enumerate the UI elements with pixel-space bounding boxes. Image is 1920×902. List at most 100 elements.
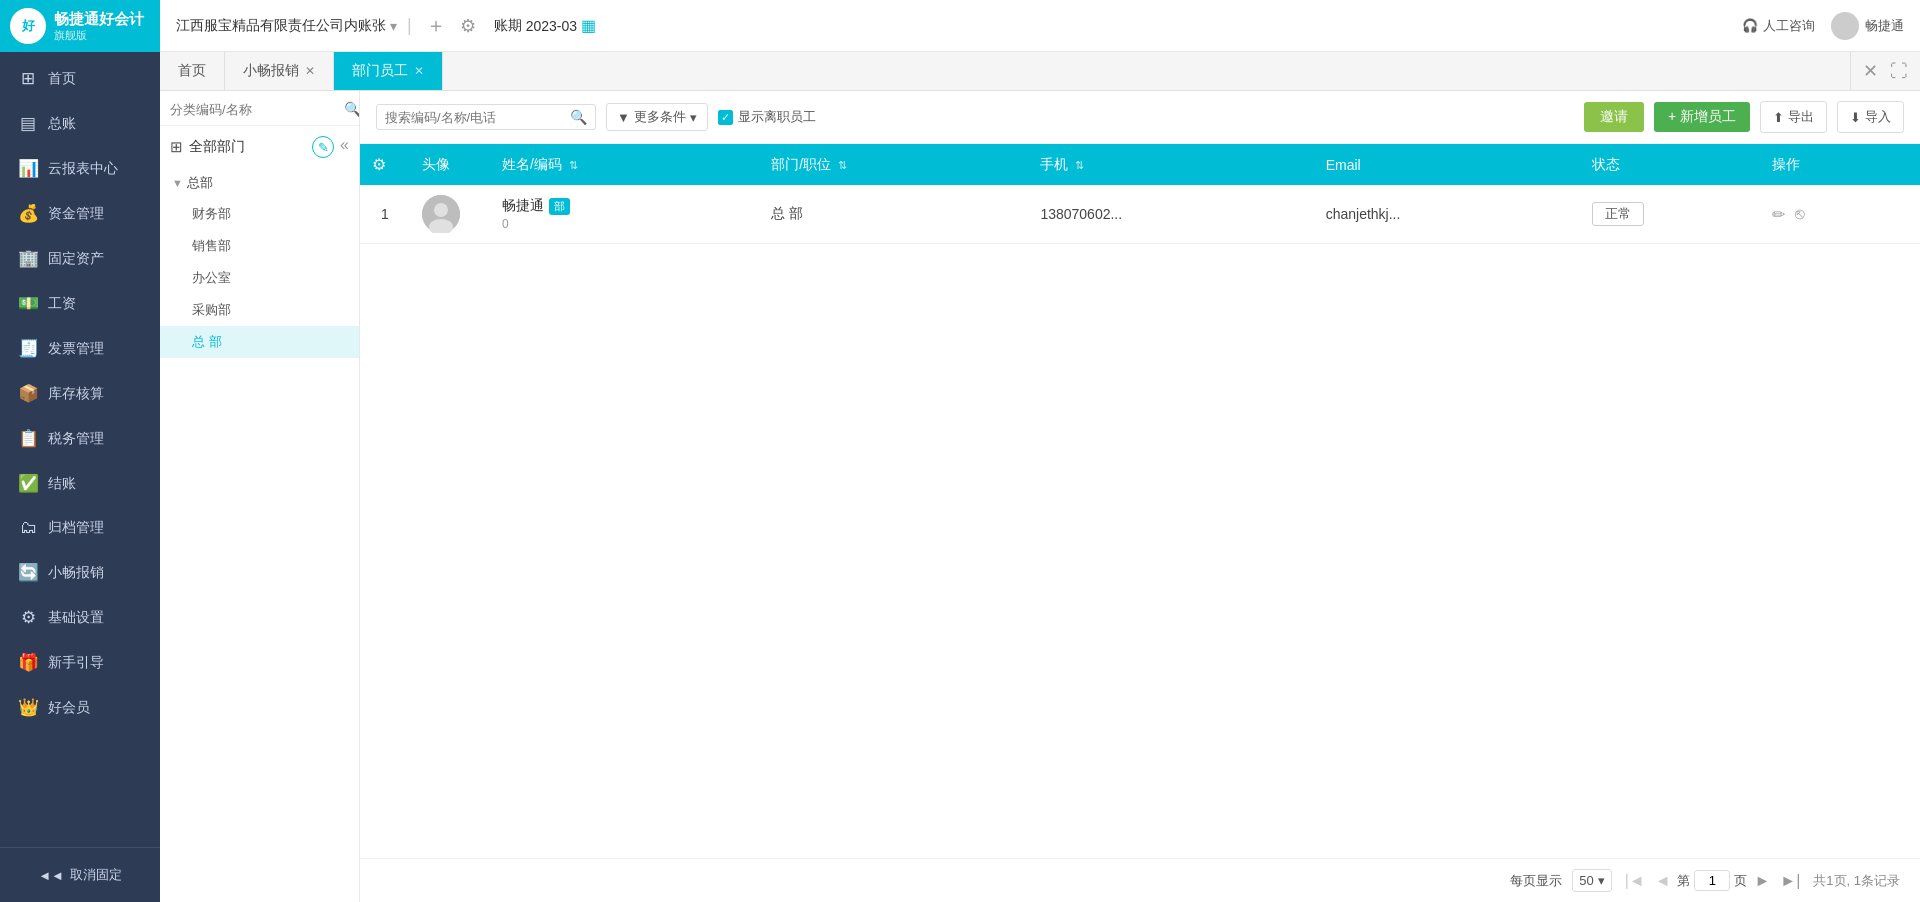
calendar-icon[interactable]: ▦: [581, 16, 596, 35]
sidebar-item-expense[interactable]: 🔄 小畅报销: [0, 550, 160, 595]
col-phone[interactable]: 手机 ⇅: [1028, 144, 1313, 185]
sidebar-item-label: 资金管理: [48, 205, 104, 223]
more-filter-button[interactable]: ▼ 更多条件 ▾: [606, 103, 708, 131]
toolbar-right: 邀请 + 新增员工 ⬆ 导出 ⬇ 导入: [1584, 101, 1904, 133]
sidebar-item-ledger[interactable]: ▤ 总账: [0, 101, 160, 146]
add-employee-button[interactable]: + 新增员工: [1654, 102, 1750, 132]
employee-avatar: [422, 195, 460, 233]
tab-department-close-icon[interactable]: ✕: [414, 64, 424, 78]
period-value: 2023-03: [526, 18, 577, 34]
sidebar-item-settings[interactable]: ⚙ 基础设置: [0, 595, 160, 640]
right-panel: 🔍 ▼ 更多条件 ▾ ✓ 显示离职员工 邀请 + 新增员工 ⬆ 导出: [360, 91, 1920, 902]
sidebar-item-inventory[interactable]: 📦 库存核算: [0, 371, 160, 416]
dept-header: ⊞ 全部部门 ✎ «: [160, 126, 359, 164]
prev-page-button[interactable]: ◄: [1652, 872, 1674, 890]
invite-button[interactable]: 邀请: [1584, 102, 1644, 132]
tabs-bar: 首页 小畅报销 ✕ 部门员工 ✕ ✕ ⛶: [160, 52, 1920, 91]
last-page-button[interactable]: ►|: [1777, 872, 1803, 890]
page-nav: |◄ ◄ 第 页 ► ►|: [1622, 870, 1804, 891]
table-gear-icon[interactable]: ⚙: [372, 156, 386, 173]
sidebar-item-label: 小畅报销: [48, 564, 104, 582]
topbar-right: 🎧 人工咨询 畅捷通: [1742, 12, 1904, 40]
edit-dept-button[interactable]: ✎: [312, 136, 334, 158]
main-area: 江西服宝精品有限责任公司内账张 ▾ | ＋ ⚙ 账期 2023-03 ▦ 🎧 人…: [160, 0, 1920, 902]
dept-item-headquarters[interactable]: 总 部: [160, 326, 359, 358]
tab-expense-close-icon[interactable]: ✕: [305, 64, 315, 78]
account-settings-icon[interactable]: ⚙: [460, 15, 476, 37]
tab-expense[interactable]: 小畅报销 ✕: [225, 52, 334, 90]
period-selector[interactable]: 账期 2023-03 ▦: [494, 16, 596, 35]
dept-item-purchase[interactable]: 采购部: [160, 294, 359, 326]
col-status: 状态: [1580, 144, 1760, 185]
pin-sidebar-button[interactable]: ◄◄ 取消固定: [0, 858, 160, 892]
support-button[interactable]: 🎧 人工咨询: [1742, 17, 1815, 35]
edit-employee-icon[interactable]: ✏: [1772, 205, 1785, 224]
collapse-panel-button[interactable]: «: [340, 136, 349, 158]
page-label: 第: [1677, 872, 1690, 890]
sidebar-item-funds[interactable]: 💰 资金管理: [0, 191, 160, 236]
sidebar-item-close[interactable]: ✅ 结账: [0, 461, 160, 506]
employee-table: ⚙ 头像 姓名/编码 ⇅ 部门/职位 ⇅: [360, 144, 1920, 244]
sidebar-item-invoice[interactable]: 🧾 发票管理: [0, 326, 160, 371]
sidebar-bottom: ◄◄ 取消固定: [0, 847, 160, 902]
row-avatar: [410, 185, 490, 244]
col-gear[interactable]: ⚙: [360, 144, 410, 185]
close-tab-icon[interactable]: ✕: [1859, 58, 1882, 84]
expand-tab-icon[interactable]: ⛶: [1886, 59, 1912, 84]
employee-search[interactable]: 🔍: [376, 104, 596, 130]
sidebar-item-tax[interactable]: 📋 税务管理: [0, 416, 160, 461]
tab-department[interactable]: 部门员工 ✕: [334, 52, 443, 90]
pagination-bar: 每页显示 50 ▾ |◄ ◄ 第 页 ► ►| 共1页, 1条记录: [360, 858, 1920, 902]
sidebar-item-salary[interactable]: 💵 工资: [0, 281, 160, 326]
company-selector[interactable]: 江西服宝精品有限责任公司内账张 ▾: [176, 17, 397, 35]
sidebar-item-label: 云报表中心: [48, 160, 118, 178]
tab-home[interactable]: 首页: [160, 52, 225, 90]
logo-icon: 好: [10, 8, 46, 44]
first-page-button[interactable]: |◄: [1622, 872, 1648, 890]
filter-icon: ▼: [617, 110, 630, 125]
import-button[interactable]: ⬇ 导入: [1837, 101, 1904, 133]
period-label: 账期: [494, 17, 522, 35]
sidebar-nav: ⊞ 首页 ▤ 总账 📊 云报表中心 💰 资金管理 🏢 固定资产 💵 工资 🧾 发…: [0, 52, 160, 847]
dept-search-icon[interactable]: 🔍: [344, 101, 360, 117]
chevron-down-icon: ▾: [690, 110, 697, 125]
sidebar-item-assets[interactable]: 🏢 固定资产: [0, 236, 160, 281]
sidebar-item-label: 库存核算: [48, 385, 104, 403]
table-row: 1: [360, 185, 1920, 244]
dept-item-finance[interactable]: 财务部: [160, 198, 359, 230]
sidebar-logo: 好 畅捷通好会计 旗舰版: [0, 0, 160, 52]
import-icon: ⬇: [1850, 110, 1861, 125]
dept-item-sales[interactable]: 销售部: [160, 230, 359, 262]
page-label-suffix: 页: [1734, 872, 1747, 890]
sidebar-item-guide[interactable]: 🎁 新手引导: [0, 640, 160, 685]
next-page-button[interactable]: ►: [1751, 872, 1773, 890]
sidebar-item-archive[interactable]: 🗂 归档管理: [0, 506, 160, 550]
sidebar-item-home[interactable]: ⊞ 首页: [0, 56, 160, 101]
sidebar-item-label: 好会员: [48, 699, 90, 717]
dept-search-input[interactable]: [170, 102, 338, 117]
row-index: 1: [360, 185, 410, 244]
sidebar-item-label: 发票管理: [48, 340, 104, 358]
export-button[interactable]: ⬆ 导出: [1760, 101, 1827, 133]
show-resigned-toggle[interactable]: ✓ 显示离职员工: [718, 108, 816, 126]
employee-search-input[interactable]: [385, 110, 564, 125]
row-dept: 总 部: [759, 185, 1028, 244]
col-dept-pos[interactable]: 部门/职位 ⇅: [759, 144, 1028, 185]
page-input[interactable]: [1694, 870, 1730, 891]
resigned-checkbox[interactable]: ✓: [718, 110, 733, 125]
dept-item-office[interactable]: 办公室: [160, 262, 359, 294]
page-size-selector[interactable]: 50 ▾: [1572, 869, 1611, 892]
col-name-code[interactable]: 姓名/编码 ⇅: [490, 144, 759, 185]
sidebar-item-reports[interactable]: 📊 云报表中心: [0, 146, 160, 191]
row-name-code: 畅捷通 部 0: [490, 185, 759, 244]
sidebar-item-member[interactable]: 👑 好会员: [0, 685, 160, 730]
user-menu[interactable]: 畅捷通: [1831, 12, 1904, 40]
col-avatar: 头像: [410, 144, 490, 185]
dept-search: 🔍: [160, 91, 359, 126]
inventory-icon: 📦: [18, 383, 38, 404]
employee-search-icon[interactable]: 🔍: [570, 109, 587, 125]
add-account-button[interactable]: ＋: [422, 12, 450, 39]
logout-employee-icon[interactable]: ⎋: [1795, 205, 1805, 223]
dept-group-root[interactable]: ▼ 总部: [160, 168, 359, 198]
topbar-divider: |: [407, 15, 412, 36]
